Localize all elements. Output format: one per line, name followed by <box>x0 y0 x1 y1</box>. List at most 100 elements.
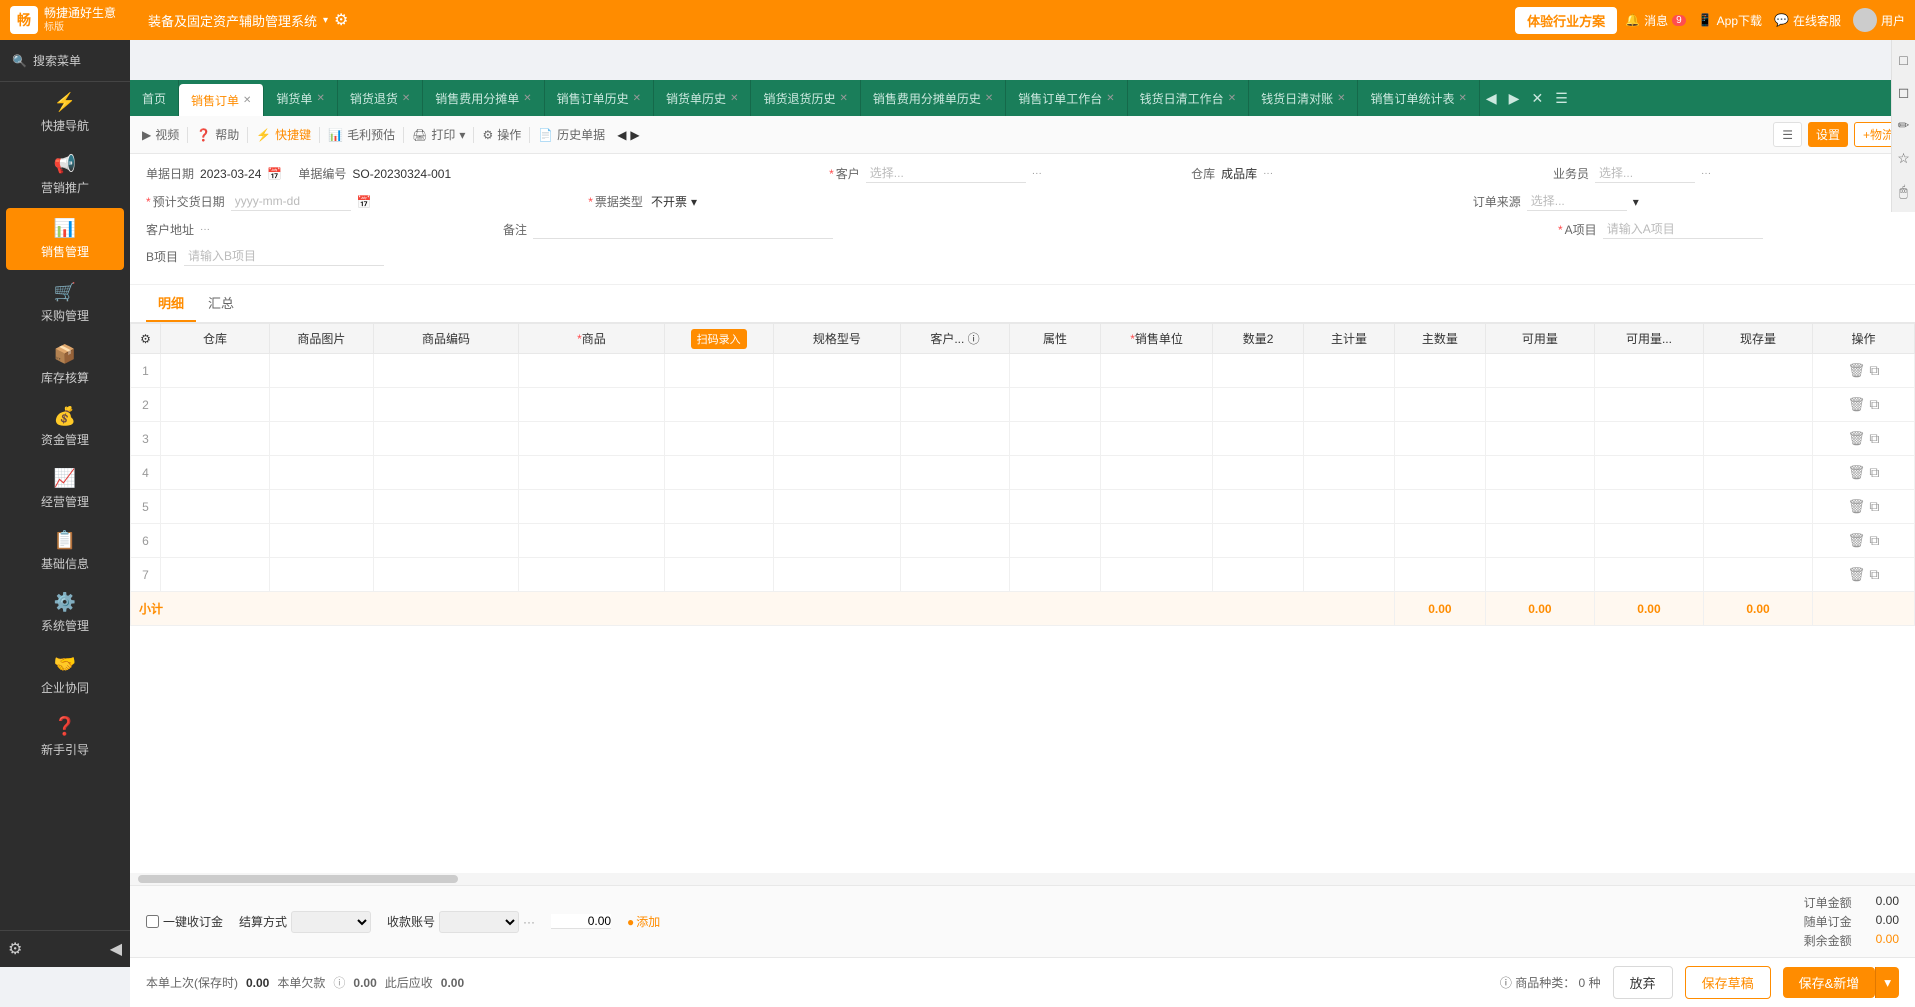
col-header-warehouse[interactable]: 仓库 <box>161 324 270 354</box>
quick-settle-check[interactable] <box>146 915 159 928</box>
addr-dots[interactable]: ··· <box>200 224 210 235</box>
row-stock[interactable] <box>1704 558 1813 592</box>
row-delete-icon[interactable]: 🗑 <box>1848 566 1866 583</box>
toolbar-ops[interactable]: ⚙ 操作 <box>482 126 521 143</box>
row-code[interactable] <box>373 524 518 558</box>
sidebar-item-basic[interactable]: 📋 基础信息 <box>0 520 130 582</box>
row-spec[interactable] <box>773 354 900 388</box>
notification-item[interactable]: 🔔 消息 9 <box>1625 12 1686 29</box>
toolbar-help[interactable]: ❓ 帮助 <box>196 126 239 143</box>
project-b-input[interactable] <box>184 247 384 266</box>
row-warehouse[interactable] <box>161 422 270 456</box>
row-copy-icon[interactable]: ⧉ <box>1869 566 1879 583</box>
row-avail[interactable] <box>1485 422 1594 456</box>
row-stock[interactable] <box>1704 388 1813 422</box>
row-unit[interactable] <box>1100 354 1212 388</box>
row-warehouse[interactable] <box>161 558 270 592</box>
tab-close-all[interactable]: ✕ <box>1525 90 1549 107</box>
tab-expense-history[interactable]: 销售费用分摊单历史 ✕ <box>861 80 1006 116</box>
row-customer[interactable] <box>900 490 1009 524</box>
row-img[interactable] <box>270 422 374 456</box>
row-copy-icon[interactable]: ⧉ <box>1869 396 1879 413</box>
sidebar-item-system[interactable]: ⚙️ 系统管理 <box>0 582 130 644</box>
tab-sales-order[interactable]: 销售订单 ✕ <box>179 84 264 116</box>
row-qty2[interactable] <box>1213 422 1304 456</box>
sidebar-item-enterprise[interactable]: 🤝 企业协同 <box>0 644 130 706</box>
row-stock[interactable] <box>1704 456 1813 490</box>
row-spec[interactable] <box>773 456 900 490</box>
row-avail2[interactable] <box>1594 388 1703 422</box>
col-header-spec[interactable]: 规格型号 <box>773 324 900 354</box>
sidebar-item-purchase[interactable]: 🛒 采购管理 <box>0 272 130 334</box>
save-new-btn[interactable]: 保存&新增 <box>1783 967 1876 998</box>
row-avail[interactable] <box>1485 558 1594 592</box>
warehouse-dots[interactable]: ··· <box>1263 168 1273 179</box>
system-settings-icon[interactable]: ⚙ <box>334 10 348 30</box>
row-main-qty[interactable] <box>1394 456 1485 490</box>
row-spec[interactable] <box>773 422 900 456</box>
row-main-unit[interactable] <box>1304 354 1395 388</box>
row-goods[interactable] <box>519 354 664 388</box>
row-stock[interactable] <box>1704 490 1813 524</box>
row-avail2[interactable] <box>1594 524 1703 558</box>
right-icon-2[interactable]: ◻ <box>1898 80 1910 105</box>
tab-menu[interactable]: ☰ <box>1549 90 1574 107</box>
row-copy-icon[interactable]: ⧉ <box>1869 362 1879 379</box>
staff-input[interactable] <box>1595 164 1695 183</box>
tab-daily-workbench[interactable]: 钱货日清工作台 ✕ <box>1128 80 1249 116</box>
discard-btn[interactable]: 放弃 <box>1613 966 1673 999</box>
row-main-unit[interactable] <box>1304 558 1395 592</box>
row-img[interactable] <box>270 388 374 422</box>
row-unit[interactable] <box>1100 388 1212 422</box>
row-goods[interactable] <box>519 422 664 456</box>
row-unit[interactable] <box>1100 456 1212 490</box>
sidebar-item-inventory[interactable]: 📦 库存核算 <box>0 334 130 396</box>
quick-settle-checkbox[interactable]: 一键收订金 <box>146 913 223 930</box>
row-code[interactable] <box>373 388 518 422</box>
row-main-qty[interactable] <box>1394 388 1485 422</box>
tab-home[interactable]: 首页 <box>130 80 179 116</box>
row-copy-icon[interactable]: ⧉ <box>1869 430 1879 447</box>
row-attr[interactable] <box>1010 490 1101 524</box>
account-dots[interactable]: ··· <box>523 915 535 929</box>
row-warehouse[interactable] <box>161 354 270 388</box>
tab-nav-right[interactable]: ▶ <box>1503 90 1526 107</box>
row-goods[interactable] <box>519 456 664 490</box>
sidebar-item-operations[interactable]: 📈 经营管理 <box>0 458 130 520</box>
scrollbar-thumb[interactable] <box>138 875 458 883</box>
row-attr[interactable] <box>1010 524 1101 558</box>
row-main-qty[interactable] <box>1394 490 1485 524</box>
row-img[interactable] <box>270 524 374 558</box>
col-header-avail2[interactable]: 可用量... <box>1594 324 1703 354</box>
row-qty2[interactable] <box>1213 388 1304 422</box>
sidebar-item-guide[interactable]: ❓ 新手引导 <box>0 706 130 768</box>
row-attr[interactable] <box>1010 422 1101 456</box>
settings-bottom-icon[interactable]: ⚙ <box>8 939 22 959</box>
sidebar-item-finance[interactable]: 💰 资金管理 <box>0 396 130 458</box>
row-attr[interactable] <box>1010 354 1101 388</box>
tab-close-sales-order[interactable]: ✕ <box>243 95 251 106</box>
user-item[interactable]: 用户 <box>1853 8 1905 32</box>
row-code[interactable] <box>373 558 518 592</box>
tab-close-return-history[interactable]: ✕ <box>839 93 847 104</box>
row-qty2[interactable] <box>1213 456 1304 490</box>
tab-close-order-workbench[interactable]: ✕ <box>1106 93 1114 104</box>
col-header-settings[interactable]: ⚙ <box>131 324 161 354</box>
row-stock[interactable] <box>1704 354 1813 388</box>
tab-close-expense[interactable]: ✕ <box>523 93 531 104</box>
sidebar-item-marketing[interactable]: 📢 营销推广 <box>0 144 130 206</box>
row-goods[interactable] <box>519 558 664 592</box>
col-header-code[interactable]: 商品编码 <box>373 324 518 354</box>
row-delete-icon[interactable]: 🗑 <box>1848 498 1866 515</box>
col-header-scan[interactable]: 扫码录入 <box>664 324 773 354</box>
col-header-qty2[interactable]: 数量2 <box>1213 324 1304 354</box>
row-qty2[interactable] <box>1213 490 1304 524</box>
row-avail2[interactable] <box>1594 490 1703 524</box>
project-a-input[interactable] <box>1603 220 1763 239</box>
col-header-img[interactable]: 商品图片 <box>270 324 374 354</box>
row-customer[interactable] <box>900 422 1009 456</box>
row-warehouse[interactable] <box>161 524 270 558</box>
col-header-main-unit[interactable]: 主计量 <box>1304 324 1395 354</box>
row-avail[interactable] <box>1485 456 1594 490</box>
toolbar-list-view-btn[interactable]: ☰ <box>1773 122 1802 147</box>
